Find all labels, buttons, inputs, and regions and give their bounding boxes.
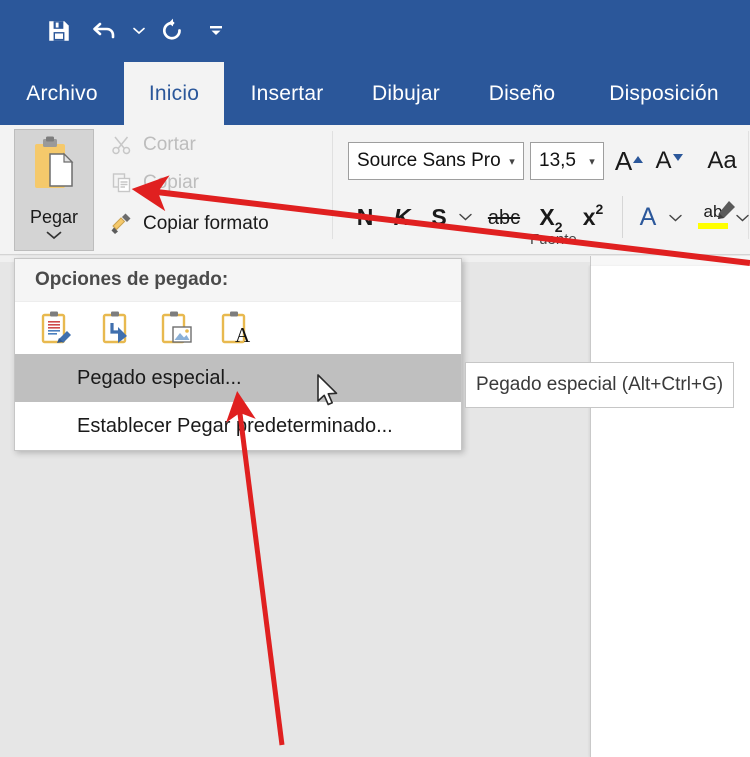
font-size-value: 13,5 xyxy=(539,150,576,171)
superscript-label: x xyxy=(582,203,596,230)
text-effects-label: A xyxy=(639,202,657,231)
text-effects-chevron-down-icon[interactable] xyxy=(666,206,684,230)
cut-label: Cortar xyxy=(143,134,196,155)
strikethrough-label: abc xyxy=(487,206,521,229)
grow-font-up-icon xyxy=(633,140,644,171)
document-page[interactable] xyxy=(590,266,750,757)
format-painter-command[interactable]: Copiar formato xyxy=(110,212,269,236)
menu-item-pegado-especial[interactable]: Pegado especial... xyxy=(15,354,461,402)
tab-inicio[interactable]: Inicio xyxy=(124,62,224,125)
paste-options-icon-row: A xyxy=(15,302,461,354)
copy-command: Copiar xyxy=(110,171,199,195)
change-case-label: Aa xyxy=(707,147,737,174)
menu-item-establecer-pegar-label: Establecer Pegar predeterminado... xyxy=(77,414,393,437)
mouse-cursor-icon xyxy=(316,374,342,415)
font-inline-divider xyxy=(622,196,623,238)
underline-chevron-down-icon[interactable] xyxy=(456,204,474,230)
subscript-index: 2 xyxy=(554,219,563,235)
text-effects-button[interactable]: A xyxy=(632,200,664,234)
redo-icon[interactable] xyxy=(150,10,196,52)
copy-icon xyxy=(110,171,134,195)
tab-dibujar[interactable]: Dibujar xyxy=(352,62,460,125)
superscript-index: 2 xyxy=(595,201,604,217)
font-name-value: Source Sans Pro xyxy=(357,150,501,171)
underline-button[interactable]: S xyxy=(424,200,454,234)
scissors-icon xyxy=(110,133,134,157)
copy-label: Copiar xyxy=(143,172,199,193)
paste-picture-icon[interactable] xyxy=(157,309,195,347)
format-painter-icon xyxy=(110,212,134,236)
text-highlight-button[interactable]: ab xyxy=(692,196,735,236)
undo-icon[interactable] xyxy=(82,10,128,52)
change-case-button[interactable]: Aa xyxy=(700,142,744,180)
font-size-combobox[interactable]: 13,5 ▾ xyxy=(530,142,604,180)
tab-insertar[interactable]: Insertar xyxy=(230,62,344,125)
group-divider-clipboard xyxy=(332,131,333,239)
shrink-font-button[interactable]: A xyxy=(652,142,686,180)
paste-options-header: Opciones de pegado: xyxy=(15,259,461,302)
superscript-button[interactable]: x 2 xyxy=(576,200,610,234)
italic-button[interactable]: K xyxy=(388,200,416,234)
svg-text:A: A xyxy=(235,323,251,347)
word-window: Archivo Inicio Insertar Dibujar Diseño D… xyxy=(0,0,750,757)
tooltip-text: Pegado especial (Alt+Ctrl+G) xyxy=(476,374,724,395)
ribbon-tab-strip: Archivo Inicio Insertar Dibujar Diseño D… xyxy=(0,62,750,125)
strikethrough-button[interactable]: abc xyxy=(484,202,524,234)
paste-keep-source-formatting-icon[interactable] xyxy=(37,309,75,347)
grow-font-label: A xyxy=(614,145,633,176)
underline-label: S xyxy=(431,203,447,230)
highlight-chevron-down-icon[interactable] xyxy=(734,206,750,230)
menu-item-establecer-pegar-predeterminado[interactable]: Establecer Pegar predeterminado... xyxy=(15,402,461,450)
customize-qat-icon[interactable] xyxy=(196,10,236,52)
paste-clipboard-icon xyxy=(26,136,82,203)
quick-access-toolbar xyxy=(0,0,750,62)
tab-diseno[interactable]: Diseño xyxy=(470,62,574,125)
format-painter-label: Copiar formato xyxy=(143,213,269,234)
grow-font-button[interactable]: A xyxy=(612,142,646,180)
subscript-button[interactable]: X 2 xyxy=(534,200,568,236)
font-name-combobox[interactable]: Source Sans Pro ▾ xyxy=(348,142,524,180)
paste-button[interactable]: Pegar xyxy=(14,129,94,251)
font-size-chevron-down-icon[interactable]: ▾ xyxy=(581,155,603,168)
bold-button[interactable]: N xyxy=(350,200,380,234)
font-name-chevron-down-icon[interactable]: ▾ xyxy=(501,155,523,168)
page-top-margin xyxy=(590,256,750,266)
paste-button-label: Pegar xyxy=(29,207,79,227)
cut-command: Cortar xyxy=(110,133,196,157)
shrink-font-label: A xyxy=(655,147,672,174)
italic-label: K xyxy=(393,203,411,230)
paste-special-tooltip: Pegado especial (Alt+Ctrl+G) xyxy=(465,362,735,408)
undo-dropdown-icon[interactable] xyxy=(128,10,150,52)
paste-merge-formatting-icon[interactable] xyxy=(97,309,135,347)
paste-chevron-down-icon[interactable] xyxy=(46,229,62,242)
paste-keep-text-only-icon[interactable]: A xyxy=(217,309,255,347)
shrink-font-down-icon xyxy=(672,141,683,169)
save-icon[interactable] xyxy=(36,10,82,52)
tab-disposicion[interactable]: Disposición xyxy=(584,62,744,125)
menu-item-pegado-especial-label: Pegado especial... xyxy=(77,366,242,389)
tab-archivo[interactable]: Archivo xyxy=(6,62,118,125)
bold-label: N xyxy=(356,203,374,230)
subscript-label: X xyxy=(539,203,555,230)
paste-options-menu: Opciones de pegado: A Pegado especial...… xyxy=(14,258,462,451)
